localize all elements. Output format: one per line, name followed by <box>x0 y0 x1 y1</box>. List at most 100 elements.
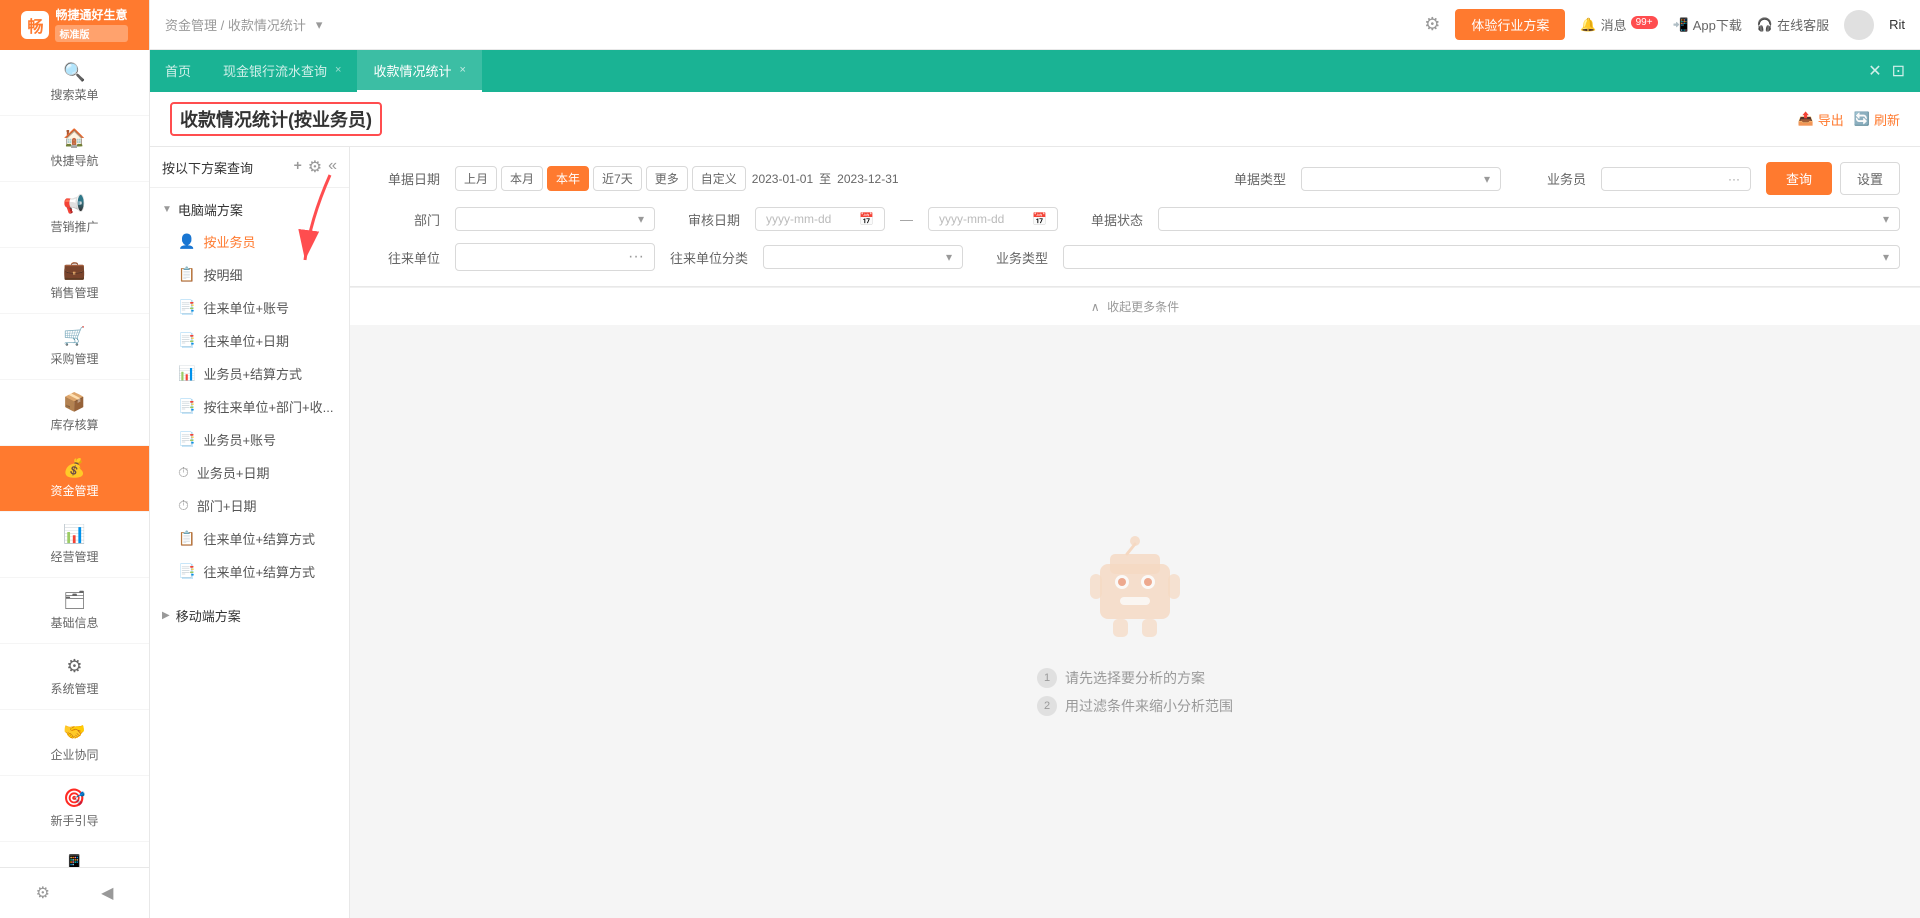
add-scheme-icon[interactable]: + <box>294 157 302 177</box>
window-expand-icon[interactable]: ⊡ <box>1892 61 1905 81</box>
enterprise-icon: 🤝 <box>63 722 85 743</box>
scheme-item-4[interactable]: 📊 业务员+结算方式 <box>150 357 349 390</box>
filter-row-1: 单据日期 上月 本月 本年 近7天 更多 自定义 2023- <box>370 162 1900 195</box>
empty-state-illustration <box>1075 524 1195 644</box>
scheme-item-9[interactable]: 📋 往来单位+结算方式 <box>150 522 349 555</box>
sidebar-item-sales[interactable]: 💼 销售管理 <box>0 248 149 314</box>
export-icon: 📤 <box>1798 111 1814 127</box>
sidebar-item-smart-hw[interactable]: 📱 智能硬件 <box>0 842 149 867</box>
scheme-item-7[interactable]: ⏱ 业务员+日期 <box>150 456 349 489</box>
dept-select[interactable]: ▾ <box>455 207 655 231</box>
sidebar-item-search-menu[interactable]: 🔍 搜索菜单 <box>0 50 149 116</box>
sidebar-collapse-btn[interactable]: ◀ <box>96 878 118 908</box>
sidebar-item-beginner[interactable]: 🎯 新手引导 <box>0 776 149 842</box>
system-icon: ⚙ <box>66 656 82 677</box>
tip-text-2: 用过滤条件来缩小分析范围 <box>1065 692 1233 720</box>
review-date-divider: — <box>900 212 913 227</box>
sidebar-item-marketing[interactable]: 📢 营销推广 <box>0 182 149 248</box>
online-service-btn[interactable]: 🎧 在线客服 <box>1757 15 1829 34</box>
empty-state: 1 请先选择要分析的方案 2 用过滤条件来缩小分析范围 <box>1037 524 1233 720</box>
tab-bank-flow[interactable]: 现金银行流水查询 × <box>207 50 357 92</box>
dept-label: 部门 <box>370 210 440 229</box>
window-close-icon[interactable]: ✕ <box>1868 61 1881 81</box>
review-date-to[interactable]: yyyy-mm-dd 📅 <box>928 207 1058 231</box>
home-tab-label: 首页 <box>165 61 191 80</box>
date-tab-this-year[interactable]: 本年 <box>547 166 589 191</box>
scheme-item-10[interactable]: 📑 往来单位+结算方式 <box>150 555 349 588</box>
search-menu-icon: 🔍 <box>63 62 85 83</box>
scheme-settings-icon[interactable]: ⚙ <box>308 157 322 177</box>
scheme-group-pc: ▼ 电脑端方案 👤 按业务员 📋 按明细 📑 往来单位+账号 <box>150 188 349 594</box>
date-range: 2023-01-01 至 2023-12-31 <box>752 170 899 187</box>
partner-category-label: 往来单位分类 <box>670 248 748 267</box>
scheme-collapse-icon[interactable]: « <box>328 157 337 177</box>
review-date-from[interactable]: yyyy-mm-dd 📅 <box>755 207 885 231</box>
bank-flow-tab-label: 现金银行流水查询 <box>223 61 327 80</box>
sidebar-item-operations[interactable]: 📊 经营管理 <box>0 512 149 578</box>
scheme-item-0[interactable]: 👤 按业务员 <box>150 225 349 258</box>
tip-num-2: 2 <box>1037 696 1057 716</box>
partner-select[interactable]: ··· <box>455 243 655 271</box>
filter-settings-button[interactable]: 设置 <box>1840 162 1900 195</box>
empty-tips: 1 请先选择要分析的方案 2 用过滤条件来缩小分析范围 <box>1037 664 1233 720</box>
sidebar-settings-btn[interactable]: ⚙ <box>31 878 55 908</box>
collapse-bar[interactable]: ∧ 收起更多条件 <box>350 287 1920 325</box>
bank-flow-close-icon[interactable]: × <box>335 64 341 76</box>
business-type-chevron: ▾ <box>1883 250 1889 264</box>
scheme-item-2[interactable]: 📑 往来单位+账号 <box>150 291 349 324</box>
settings-gear-icon[interactable]: ⚙ <box>1424 14 1440 35</box>
sidebar-item-system[interactable]: ⚙ 系统管理 <box>0 644 149 710</box>
app-download-btn[interactable]: 📲 App下载 <box>1673 15 1742 34</box>
scheme-group-mobile-header[interactable]: ▶ 移动端方案 <box>150 600 349 631</box>
date-tab-last-month[interactable]: 上月 <box>455 166 497 191</box>
operations-icon: 📊 <box>63 524 85 545</box>
salesperson-more-icon: ··· <box>1728 172 1740 186</box>
salesperson-select[interactable]: ··· <box>1601 167 1751 191</box>
sidebar-item-basic-info[interactable]: 🗂 基础信息 <box>0 578 149 644</box>
user-avatar[interactable] <box>1844 10 1874 40</box>
panel-actions: + ⚙ « <box>294 157 337 177</box>
scheme-item-7-icon: ⏱ <box>178 464 189 481</box>
scheme-item-10-icon: 📑 <box>178 563 195 580</box>
scheme-item-3-icon: 📑 <box>178 332 195 349</box>
voucher-status-select[interactable]: ▾ <box>1158 207 1900 231</box>
logo-icon: 畅 <box>21 11 49 39</box>
date-range-separator: 至 <box>819 170 831 187</box>
tab-home[interactable]: 首页 <box>165 50 207 92</box>
sidebar-item-quick-nav[interactable]: 🏠 快捷导航 <box>0 116 149 182</box>
date-tab-7-days[interactable]: 近7天 <box>593 166 642 191</box>
voucher-type-chevron: ▾ <box>1484 172 1490 186</box>
page-title: 收款情况统计(按业务员) <box>170 102 382 136</box>
messages-btn[interactable]: 🔔 消息 99+ <box>1580 15 1657 34</box>
export-button[interactable]: 📤 导出 <box>1798 110 1844 129</box>
sidebar-item-inventory[interactable]: 📦 库存核算 <box>0 380 149 446</box>
partner-category-select[interactable]: ▾ <box>763 245 963 269</box>
purchase-icon: 🛒 <box>63 326 85 347</box>
date-tab-more[interactable]: 更多 <box>646 166 688 191</box>
scheme-group-pc-header[interactable]: ▼ 电脑端方案 <box>150 194 349 225</box>
scheme-item-0-icon: 👤 <box>178 233 195 250</box>
collapse-icon: ∧ <box>1091 300 1100 314</box>
refresh-icon: 🔄 <box>1854 111 1870 127</box>
scheme-item-9-icon: 📋 <box>178 530 195 547</box>
scheme-item-6[interactable]: 📑 业务员+账号 <box>150 423 349 456</box>
date-tab-this-month[interactable]: 本月 <box>501 166 543 191</box>
trial-btn[interactable]: 体验行业方案 <box>1455 9 1565 40</box>
sidebar-item-purchase[interactable]: 🛒 采购管理 <box>0 314 149 380</box>
query-button[interactable]: 查询 <box>1766 162 1832 195</box>
sidebar-item-capital[interactable]: 💰 资金管理 <box>0 446 149 512</box>
date-tab-custom[interactable]: 自定义 <box>692 166 746 191</box>
partner-category-chevron: ▾ <box>946 250 952 264</box>
scheme-item-8[interactable]: ⏱ 部门+日期 <box>150 489 349 522</box>
scheme-item-5[interactable]: 📑 按往来单位+部门+收... <box>150 390 349 423</box>
refresh-button[interactable]: 🔄 刷新 <box>1854 110 1900 129</box>
receipt-stats-close-icon[interactable]: × <box>459 64 465 76</box>
voucher-type-select[interactable]: ▾ <box>1301 167 1501 191</box>
business-type-select[interactable]: ▾ <box>1063 245 1900 269</box>
scheme-item-3[interactable]: 📑 往来单位+日期 <box>150 324 349 357</box>
tab-receipt-stats[interactable]: 收款情况统计 × <box>357 50 481 92</box>
version-badge: 标准版 <box>55 25 127 42</box>
date-from-value: 2023-01-01 <box>752 172 813 186</box>
scheme-item-1[interactable]: 📋 按明细 <box>150 258 349 291</box>
sidebar-item-enterprise[interactable]: 🤝 企业协同 <box>0 710 149 776</box>
